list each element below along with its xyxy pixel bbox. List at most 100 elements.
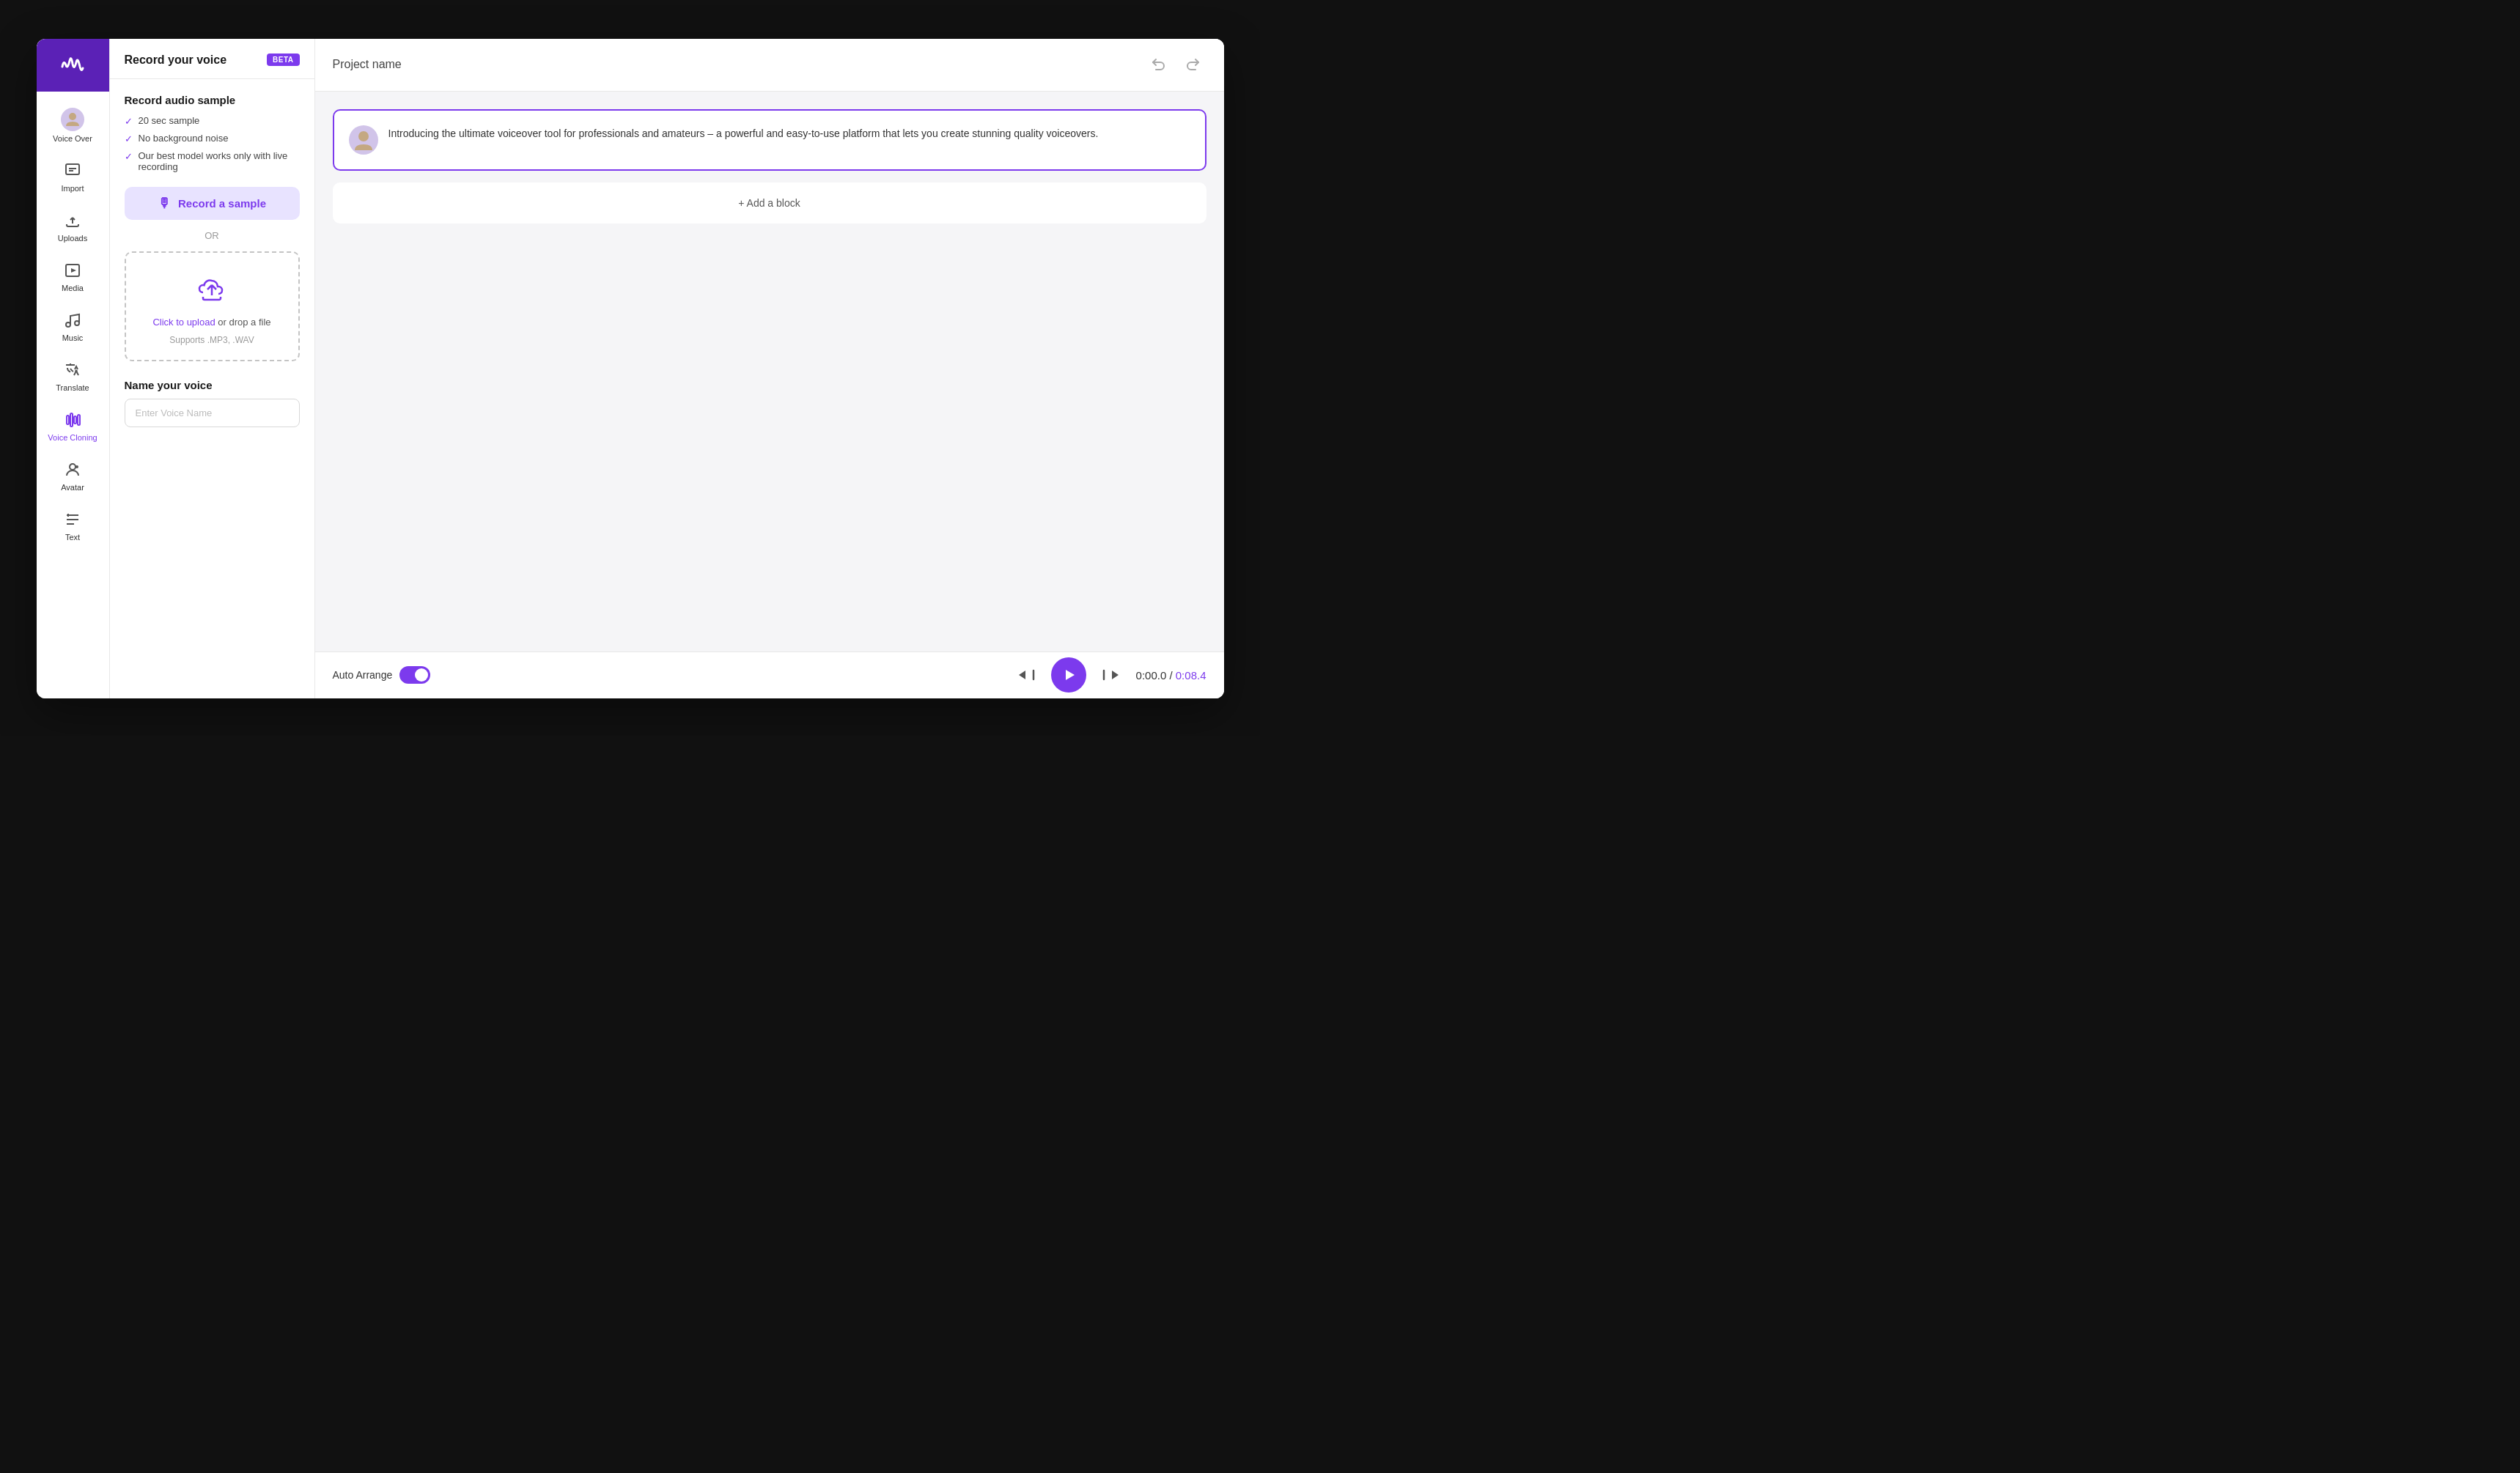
auto-arrange: Auto Arrange [333,666,431,684]
uploads-icon [62,210,83,231]
svg-rect-9 [70,413,73,427]
upload-zone[interactable]: Click to upload or drop a file Supports … [125,251,300,361]
svg-marker-18 [1066,670,1075,680]
sidebar: Voice Over Import [37,39,110,698]
sidebar-item-avatar[interactable]: Avatar [40,452,105,499]
time-current: 0:00.0 [1136,669,1167,682]
player-controls: 0:00.0 / 0:08.4 [1013,657,1206,693]
time-total: 0:08.4 [1176,669,1206,682]
svg-point-13 [75,465,78,468]
main-header: Project name [315,39,1224,92]
music-icon [62,310,83,331]
app-logo [37,39,110,92]
auto-arrange-toggle[interactable] [399,666,430,684]
checklist: ✓ 20 sec sample ✓ No background noise ✓ … [125,115,300,172]
sidebar-item-media[interactable]: Media [40,253,105,300]
project-name: Project name [333,58,402,71]
time-separator: / [1169,669,1175,682]
svg-rect-10 [74,416,76,424]
main-body: Introducing the ultimate voiceover tool … [315,92,1224,651]
mic-icon: 🎙 [158,196,171,211]
svg-point-0 [69,113,76,120]
voice-name-input[interactable] [125,399,300,427]
checklist-item-3: ✓ Our best model works only with live re… [125,150,300,172]
svg-marker-19 [1112,671,1119,679]
undo-button[interactable] [1145,51,1171,78]
sidebar-item-uploads[interactable]: Uploads [40,203,105,250]
voice-cloning-icon [62,410,83,430]
upload-hint: Supports .MP3, .WAV [169,335,254,345]
svg-point-12 [70,464,75,470]
time-display: 0:00.0 / 0:08.4 [1136,669,1206,682]
svg-marker-16 [1019,671,1025,679]
check-icon-1: ✓ [125,116,133,127]
import-label: Import [61,184,84,193]
voice-cloning-label: Voice Cloning [48,433,97,442]
upload-icon [197,275,226,309]
main-content: Project name [315,39,1224,698]
voice-block-avatar [349,125,378,155]
sidebar-item-music[interactable]: Music [40,303,105,350]
sidebar-item-text[interactable]: Text [40,502,105,549]
bottom-bar: Auto Arrange [315,651,1224,698]
skip-back-button[interactable] [1013,662,1039,688]
logo-icon [59,52,86,78]
translate-icon [62,360,83,380]
sidebar-item-import[interactable]: Import [40,153,105,200]
redo-button[interactable] [1180,51,1206,78]
checklist-item-1: ✓ 20 sec sample [125,115,300,127]
record-btn-label: Record a sample [178,197,266,210]
svg-rect-8 [67,416,69,424]
checklist-label-3: Our best model works only with live reco… [139,150,300,172]
or-divider: OR [125,230,300,241]
upload-rest: or drop a file [218,317,270,328]
checklist-item-2: ✓ No background noise [125,133,300,144]
left-panel-header: Record your voice BETA [110,39,314,79]
voice-over-avatar [61,108,84,131]
beta-badge: BETA [267,53,299,66]
toggle-dot [415,668,428,682]
svg-marker-5 [71,268,76,273]
checklist-label-2: No background noise [139,133,229,144]
music-label: Music [62,333,84,342]
uploads-label: Uploads [58,234,87,243]
left-panel-content: Record audio sample ✓ 20 sec sample ✓ No… [110,79,314,698]
auto-arrange-label: Auto Arrange [333,669,393,681]
avatar-icon [62,459,83,480]
avatar-label: Avatar [61,483,84,492]
play-icon [1061,668,1076,682]
section-title: Record audio sample [125,94,300,106]
text-label: Text [65,533,80,542]
name-section-title: Name your voice [125,379,300,391]
voice-over-label: Voice Over [53,134,92,143]
svg-point-15 [358,131,369,141]
add-block-label: + Add a block [738,197,800,209]
sidebar-item-translate[interactable]: Translate [40,352,105,399]
sidebar-item-voice-cloning[interactable]: Voice Cloning [40,402,105,449]
svg-point-7 [75,321,79,325]
play-button[interactable] [1051,657,1086,693]
translate-label: Translate [56,383,89,392]
add-block-button[interactable]: + Add a block [738,197,800,209]
svg-rect-11 [78,415,80,425]
sidebar-item-voice-over[interactable]: Voice Over [40,100,105,150]
checklist-label-1: 20 sec sample [139,115,200,126]
media-icon [62,260,83,281]
svg-point-6 [66,322,70,327]
add-block-container: + Add a block [333,182,1206,224]
voice-block-text: Introducing the ultimate voiceover tool … [388,125,1099,141]
record-sample-button[interactable]: 🎙 Record a sample [125,187,300,220]
header-actions [1145,51,1206,78]
left-panel: Record your voice BETA Record audio samp… [110,39,315,698]
import-icon [62,160,83,181]
upload-text: Click to upload or drop a file [152,317,270,328]
app-window: Voice Over Import [37,39,1224,698]
text-icon [62,509,83,530]
skip-forward-button[interactable] [1098,662,1124,688]
media-label: Media [62,284,84,292]
check-icon-2: ✓ [125,133,133,144]
check-icon-3: ✓ [125,151,133,162]
upload-link[interactable]: Click to upload [152,317,215,328]
left-panel-title: Record your voice [125,53,227,67]
sidebar-nav: Voice Over Import [37,92,109,558]
